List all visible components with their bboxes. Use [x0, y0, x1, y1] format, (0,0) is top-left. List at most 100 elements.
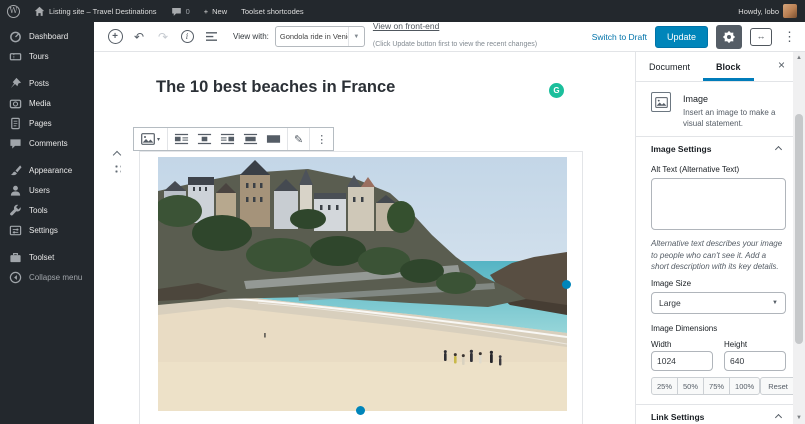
- wp-logo-menu[interactable]: W: [0, 0, 27, 22]
- divider: [636, 136, 793, 137]
- align-center-button[interactable]: [193, 128, 216, 150]
- post-image-beach[interactable]: [158, 157, 567, 411]
- gear-icon: [722, 30, 736, 43]
- editor-header: + ↶ ↷ i View with: Gondola ride in Venic…: [94, 21, 805, 52]
- more-options-button[interactable]: ⋮: [780, 29, 799, 45]
- sidebar-item-media[interactable]: Media: [0, 93, 94, 113]
- ellipsis-icon: ⋮: [316, 133, 328, 146]
- wide-width-icon: [243, 133, 258, 145]
- wide-width-button[interactable]: [239, 128, 262, 150]
- settings-icon: [9, 225, 22, 235]
- scale-100-button[interactable]: 100%: [729, 377, 761, 395]
- block-inserter-button[interactable]: +: [103, 25, 127, 49]
- posts-pin-icon: [10, 77, 22, 88]
- comments-bubble[interactable]: 0: [164, 0, 197, 22]
- update-button[interactable]: Update: [654, 25, 708, 48]
- block-card-title: Image: [683, 94, 709, 104]
- caret-down-icon: ▾: [157, 136, 161, 143]
- view-with-select[interactable]: Gondola ride in Venic... ▼: [274, 26, 365, 47]
- scale-buttons-row: 25% 50% 75% 100% Reset: [651, 377, 793, 395]
- link-settings-title: Link Settings: [651, 412, 705, 422]
- drag-handle[interactable]: [113, 164, 121, 175]
- sidebar-item-posts[interactable]: Posts: [0, 73, 94, 93]
- tab-document[interactable]: Document: [636, 52, 703, 81]
- sidebar-item-pages[interactable]: Pages: [0, 113, 94, 133]
- sidebar-item-comments[interactable]: Comments: [0, 133, 94, 153]
- block-card-description: Insert an image to make a visual stateme…: [683, 108, 776, 129]
- undo-button[interactable]: ↶: [127, 25, 151, 49]
- width-input[interactable]: [651, 351, 713, 371]
- redo-button[interactable]: ↷: [151, 25, 175, 49]
- image-icon: [141, 133, 155, 145]
- editor-canvas: The 10 best beaches in France G ▾ ✎ ⋮: [94, 52, 635, 424]
- image-size-value: Large: [659, 298, 681, 308]
- site-name-link[interactable]: Listing site – Travel Destinations: [27, 0, 164, 22]
- plus-circle-icon: +: [107, 29, 123, 44]
- select-caret-icon: ▼: [772, 300, 778, 306]
- full-width-button[interactable]: [262, 128, 285, 150]
- toolset-shortcodes-menu[interactable]: Toolset shortcodes: [234, 0, 311, 22]
- sidebar-item-collapse-menu[interactable]: Collapse menu: [0, 267, 94, 287]
- block-more-options-button[interactable]: ⋮: [312, 128, 331, 150]
- height-input[interactable]: [724, 351, 786, 371]
- view-front-end-link[interactable]: View on front-end: [373, 21, 537, 32]
- scale-75-button[interactable]: 75%: [703, 377, 731, 395]
- change-block-type-button[interactable]: ▾: [136, 133, 165, 145]
- align-left-button[interactable]: [170, 128, 193, 150]
- wordpress-logo-icon: W: [7, 4, 20, 18]
- home-icon: [34, 6, 45, 16]
- left-right-arrow-icon: ↔: [756, 31, 766, 41]
- move-up-button[interactable]: [112, 150, 122, 160]
- toolset-toggle-button[interactable]: ↔: [750, 27, 772, 46]
- new-content-menu[interactable]: + New: [197, 0, 234, 22]
- alt-text-input[interactable]: [651, 178, 786, 230]
- post-title[interactable]: The 10 best beaches in France: [156, 78, 395, 97]
- howdy-account-menu[interactable]: Howdy, lobo: [731, 4, 797, 18]
- chevron-up-icon: [774, 413, 783, 421]
- sidebar-item-users[interactable]: Users: [0, 180, 94, 200]
- align-right-button[interactable]: [216, 128, 239, 150]
- switch-to-draft-link[interactable]: Switch to Draft: [592, 32, 647, 42]
- image-block-icon: [651, 92, 671, 112]
- full-width-icon: [266, 135, 281, 143]
- block-navigation-button[interactable]: [199, 25, 223, 49]
- sidebar-item-tours[interactable]: Tours: [0, 46, 94, 66]
- front-end-note: (Click Update button first to view the r…: [372, 40, 538, 48]
- admin-sidebar: Dashboard Tours Posts Media Pages Commen…: [0, 22, 94, 424]
- undo-icon: ↶: [133, 29, 145, 44]
- front-end-block: View on front-end (Click Update button f…: [373, 21, 537, 52]
- new-label: New: [212, 6, 228, 16]
- comments-count: 0: [185, 6, 190, 16]
- sidebar-item-appearance[interactable]: Appearance: [0, 160, 94, 180]
- sidebar-item-settings[interactable]: Settings: [0, 220, 94, 240]
- resize-handle-bottom[interactable]: [356, 406, 365, 415]
- sidebar-item-toolset[interactable]: Toolset: [0, 247, 94, 267]
- scale-50-button[interactable]: 50%: [677, 377, 705, 395]
- reset-button[interactable]: Reset: [760, 377, 793, 395]
- view-with-value: Gondola ride in Venic...: [279, 32, 348, 41]
- image-settings-header[interactable]: Image Settings: [651, 144, 783, 154]
- scrollbar-thumb[interactable]: [795, 114, 803, 344]
- scroll-down-arrow[interactable]: ▼: [793, 412, 805, 424]
- image-settings-title: Image Settings: [651, 144, 712, 154]
- grammarly-icon[interactable]: G: [549, 83, 564, 98]
- tab-block[interactable]: Block: [703, 52, 754, 81]
- settings-gear-button[interactable]: [716, 24, 742, 49]
- edit-image-button[interactable]: ✎: [290, 128, 307, 150]
- align-center-icon: [197, 133, 212, 145]
- link-settings-header[interactable]: Link Settings: [651, 412, 783, 422]
- close-panel-button[interactable]: ×: [778, 59, 785, 71]
- image-size-label: Image Size: [651, 279, 692, 288]
- sidebar-item-tools[interactable]: Tools: [0, 200, 94, 220]
- site-name-label: Listing site – Travel Destinations: [49, 6, 157, 16]
- sidebar-item-dashboard[interactable]: Dashboard: [0, 26, 94, 46]
- howdy-label: Howdy, lobo: [738, 6, 779, 16]
- view-with-label: View with:: [233, 32, 269, 41]
- scroll-up-arrow[interactable]: ▲: [793, 52, 805, 64]
- scale-25-button[interactable]: 25%: [651, 377, 679, 395]
- avatar: [783, 4, 797, 18]
- divider: [636, 404, 793, 405]
- image-size-select[interactable]: Large ▼: [651, 292, 786, 314]
- content-structure-button[interactable]: i: [175, 25, 199, 49]
- resize-handle-right[interactable]: [562, 280, 571, 289]
